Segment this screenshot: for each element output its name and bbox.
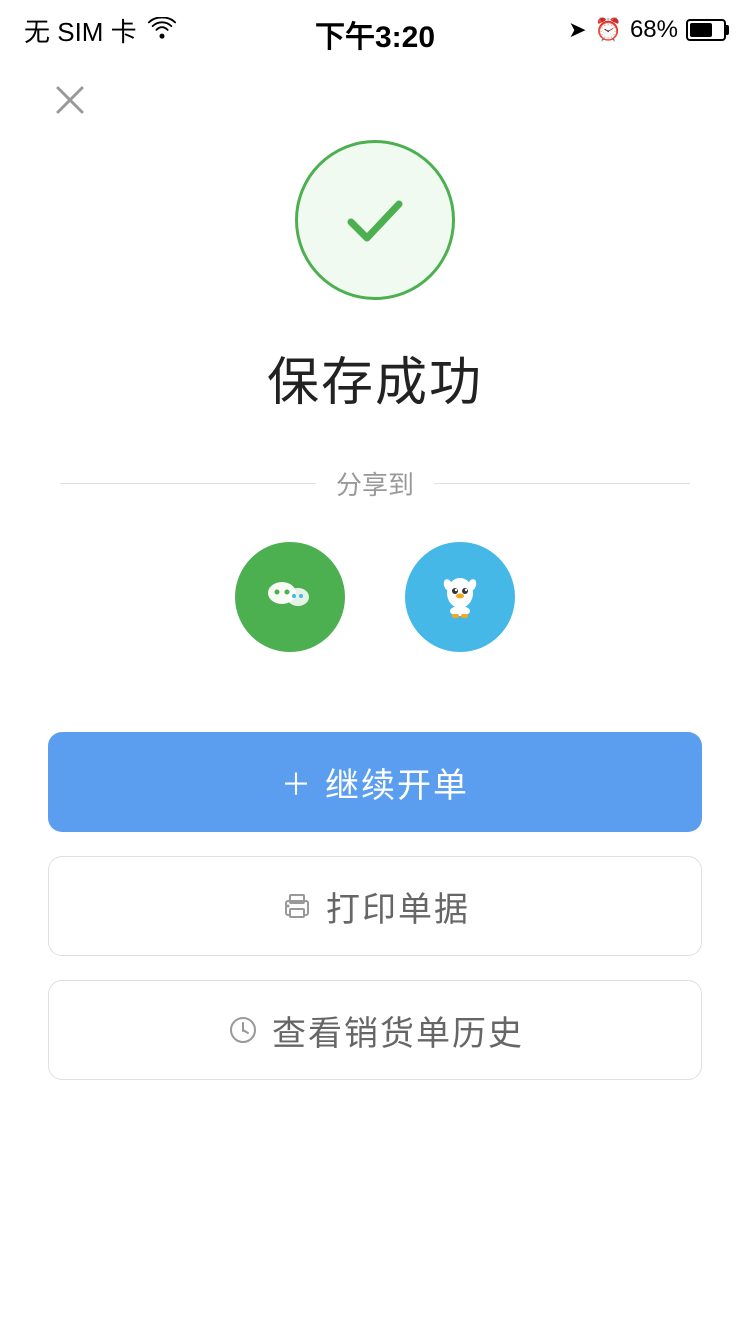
print-label: 打印单据 bbox=[326, 882, 470, 931]
history-label: 查看销货单历史 bbox=[272, 1006, 524, 1055]
main-content: 保存成功 分享到 bbox=[0, 60, 750, 1080]
continue-button[interactable]: ＋ 继续开单 bbox=[48, 732, 702, 832]
history-button[interactable]: 查看销货单历史 bbox=[48, 980, 702, 1080]
status-left: 无 SIM 卡 bbox=[24, 12, 177, 49]
success-title: 保存成功 bbox=[267, 340, 483, 415]
qq-share-button[interactable] bbox=[405, 542, 515, 652]
continue-label: 继续开单 bbox=[325, 758, 469, 807]
wifi-icon bbox=[147, 15, 177, 46]
location-icon: ➤ bbox=[568, 17, 586, 43]
divider-left bbox=[60, 483, 316, 484]
battery-percentage: 68% bbox=[630, 16, 678, 44]
clock-icon bbox=[226, 1013, 260, 1047]
status-right: ➤ ⏰ 68% bbox=[568, 16, 726, 44]
status-bar: 无 SIM 卡 下午3:20 ➤ ⏰ 68% bbox=[0, 0, 750, 60]
print-button[interactable]: 打印单据 bbox=[48, 856, 702, 956]
share-label: 分享到 bbox=[316, 465, 434, 502]
carrier-text: 无 SIM 卡 bbox=[24, 12, 137, 49]
success-icon-circle bbox=[295, 140, 455, 300]
divider-right bbox=[434, 483, 690, 484]
checkmark-icon bbox=[335, 180, 415, 260]
share-divider: 分享到 bbox=[0, 465, 750, 502]
wechat-share-button[interactable] bbox=[235, 542, 345, 652]
status-time: 下午3:20 bbox=[315, 12, 435, 56]
action-buttons: ＋ 继续开单 打印单据 bbox=[0, 732, 750, 1080]
battery-icon bbox=[686, 19, 726, 41]
qq-icon bbox=[430, 567, 490, 627]
print-icon bbox=[280, 889, 314, 923]
share-icons-container bbox=[235, 542, 515, 652]
wechat-icon bbox=[260, 567, 320, 627]
plus-icon: ＋ bbox=[281, 760, 313, 804]
alarm-icon: ⏰ bbox=[595, 17, 622, 43]
close-button[interactable] bbox=[40, 70, 100, 130]
